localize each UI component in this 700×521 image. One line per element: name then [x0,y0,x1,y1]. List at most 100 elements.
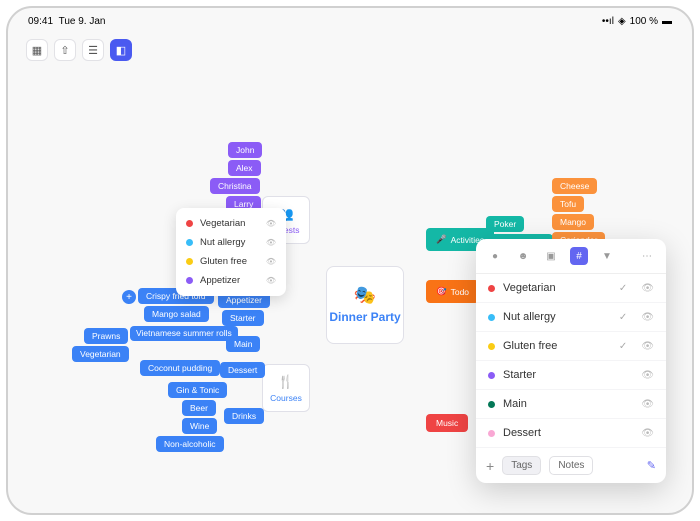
eye-icon: 👁 [266,276,276,285]
eye-icon[interactable]: 👁 [641,428,654,439]
eye-icon: 👁 [266,219,276,228]
status-bar: 09:41 Tue 9. Jan ••ıl ◈ 100 % ▬ [8,8,692,35]
tag-label: Vegetarian [503,282,556,294]
panel-footer: + Tags Notes ✎ [476,448,666,483]
course-node[interactable]: Drinks [224,408,264,424]
eye-icon[interactable]: 👁 [641,312,654,323]
inspector-button[interactable]: ◧ [110,39,132,61]
add-tag-button[interactable]: + [486,458,494,474]
tab-emoji-icon[interactable]: ☻ [514,247,532,265]
dot-icon [488,343,495,350]
tag-label: Main [503,398,527,410]
tag-row[interactable]: Main 👁 [476,390,666,419]
signal-icon: ••ıl [602,16,614,27]
music-hub[interactable]: Music [426,414,468,432]
tab-tag-icon[interactable]: ● [486,247,504,265]
edit-icon[interactable]: ✎ [647,459,656,472]
inspector-panel: ● ☻ ▣ # ▼ ⋯ Vegetarian✓👁Nut allergy✓👁Glu… [476,239,666,483]
tab-filter-icon[interactable]: ▼ [598,247,616,265]
dot-icon [488,285,495,292]
shopping-node[interactable]: Mango [552,214,594,230]
dot-icon [186,277,193,284]
add-node-button[interactable]: + [122,290,136,304]
tooltip-row[interactable]: Nut allergy👁 [176,233,286,252]
grid-icon: ▦ [32,44,42,57]
tab-hash-icon[interactable]: # [570,247,588,265]
tag-row[interactable]: Gluten free ✓ 👁 [476,332,666,361]
tag-label: Dessert [503,427,541,439]
course-node[interactable]: Dessert [220,362,265,378]
eye-icon: 👁 [266,238,276,247]
eye-icon: 👁 [266,257,276,266]
eye-icon[interactable]: 👁 [641,370,654,381]
tag-row[interactable]: Nut allergy ✓ 👁 [476,303,666,332]
grid-view-button[interactable]: ▦ [26,39,48,61]
dish-node[interactable]: Wine [182,418,217,434]
check-icon: ✓ [619,312,627,323]
list-icon: ☰ [88,44,98,57]
toolbar: ▦ ⇧ ☰ ◧ [8,35,692,65]
guest-node[interactable]: Christina [210,178,260,194]
tags-tooltip: Vegetarian👁 Nut allergy👁 Gluten free👁 Ap… [176,208,286,296]
wifi-icon: ◈ [618,16,626,27]
dot-icon [488,430,495,437]
dish-node[interactable]: Beer [182,400,216,416]
dish-node[interactable]: Gin & Tonic [168,382,227,398]
notes-tab[interactable]: Notes [549,456,593,475]
todo-hub[interactable]: 🎯 Todo [426,280,479,303]
tab-image-icon[interactable]: ▣ [542,247,560,265]
dish-node[interactable]: Mango salad [144,306,209,322]
course-node[interactable]: Starter [222,310,264,326]
shopping-node[interactable]: Cheese [552,178,597,194]
panel-icon: ◧ [116,44,126,57]
courses-hub[interactable]: 🍴 Courses [262,364,310,412]
dish-node[interactable]: Vietnamese summer rolls [130,326,238,341]
tag-label: Nut allergy [503,311,556,323]
dish-node[interactable]: Coconut pudding [140,360,220,376]
mindmap-canvas[interactable]: 🎭 Dinner Party 👥 Guests John Alex Christ… [8,68,692,513]
tag-label: Starter [503,369,536,381]
guest-node[interactable]: John [228,142,262,158]
activity-node[interactable]: Poker [486,216,524,232]
courses-label: Courses [270,393,302,403]
root-title: Dinner Party [329,310,400,324]
check-icon: ✓ [619,341,627,352]
eye-icon[interactable]: 👁 [641,341,654,352]
status-right: ••ıl ◈ 100 % ▬ [602,16,672,27]
tag-label: Gluten free [503,340,557,352]
tooltip-row[interactable]: Vegetarian👁 [176,214,286,233]
eye-icon[interactable]: 👁 [641,399,654,410]
mask-icon: 🎭 [354,285,376,306]
dot-icon [186,220,193,227]
target-icon: 🎯 [436,286,447,297]
battery-icon: ▬ [662,16,672,27]
dot-icon [488,372,495,379]
guest-node[interactable]: Alex [228,160,261,176]
tooltip-row[interactable]: Appetizer👁 [176,271,286,290]
utensils-icon: 🍴 [277,373,295,391]
dot-icon [488,314,495,321]
tablet-frame: 09:41 Tue 9. Jan ••ıl ◈ 100 % ▬ ▦ ⇧ ☰ ◧ … [6,6,694,515]
eye-icon[interactable]: 👁 [641,283,654,294]
panel-tabs: ● ☻ ▣ # ▼ ⋯ [476,239,666,274]
dish-node[interactable]: Vegetarian [72,346,129,362]
tab-more-icon[interactable]: ⋯ [638,247,656,265]
share-icon: ⇧ [60,44,69,57]
battery-label: 100 % [630,16,658,27]
dot-icon [186,258,193,265]
root-node[interactable]: 🎭 Dinner Party [326,266,404,344]
shopping-node[interactable]: Tofu [552,196,584,212]
tag-row[interactable]: Starter 👁 [476,361,666,390]
tag-row[interactable]: Dessert 👁 [476,419,666,448]
dot-icon [186,239,193,246]
tag-row[interactable]: Vegetarian ✓ 👁 [476,274,666,303]
status-time-date: 09:41 Tue 9. Jan [28,16,105,27]
dish-node[interactable]: Prawns [84,328,128,344]
tooltip-row[interactable]: Gluten free👁 [176,252,286,271]
list-view-button[interactable]: ☰ [82,39,104,61]
dish-node[interactable]: Non-alcoholic [156,436,224,452]
mic-icon: 🎤 [436,234,447,245]
check-icon: ✓ [619,283,627,294]
tags-tab[interactable]: Tags [502,456,541,475]
share-button[interactable]: ⇧ [54,39,76,61]
